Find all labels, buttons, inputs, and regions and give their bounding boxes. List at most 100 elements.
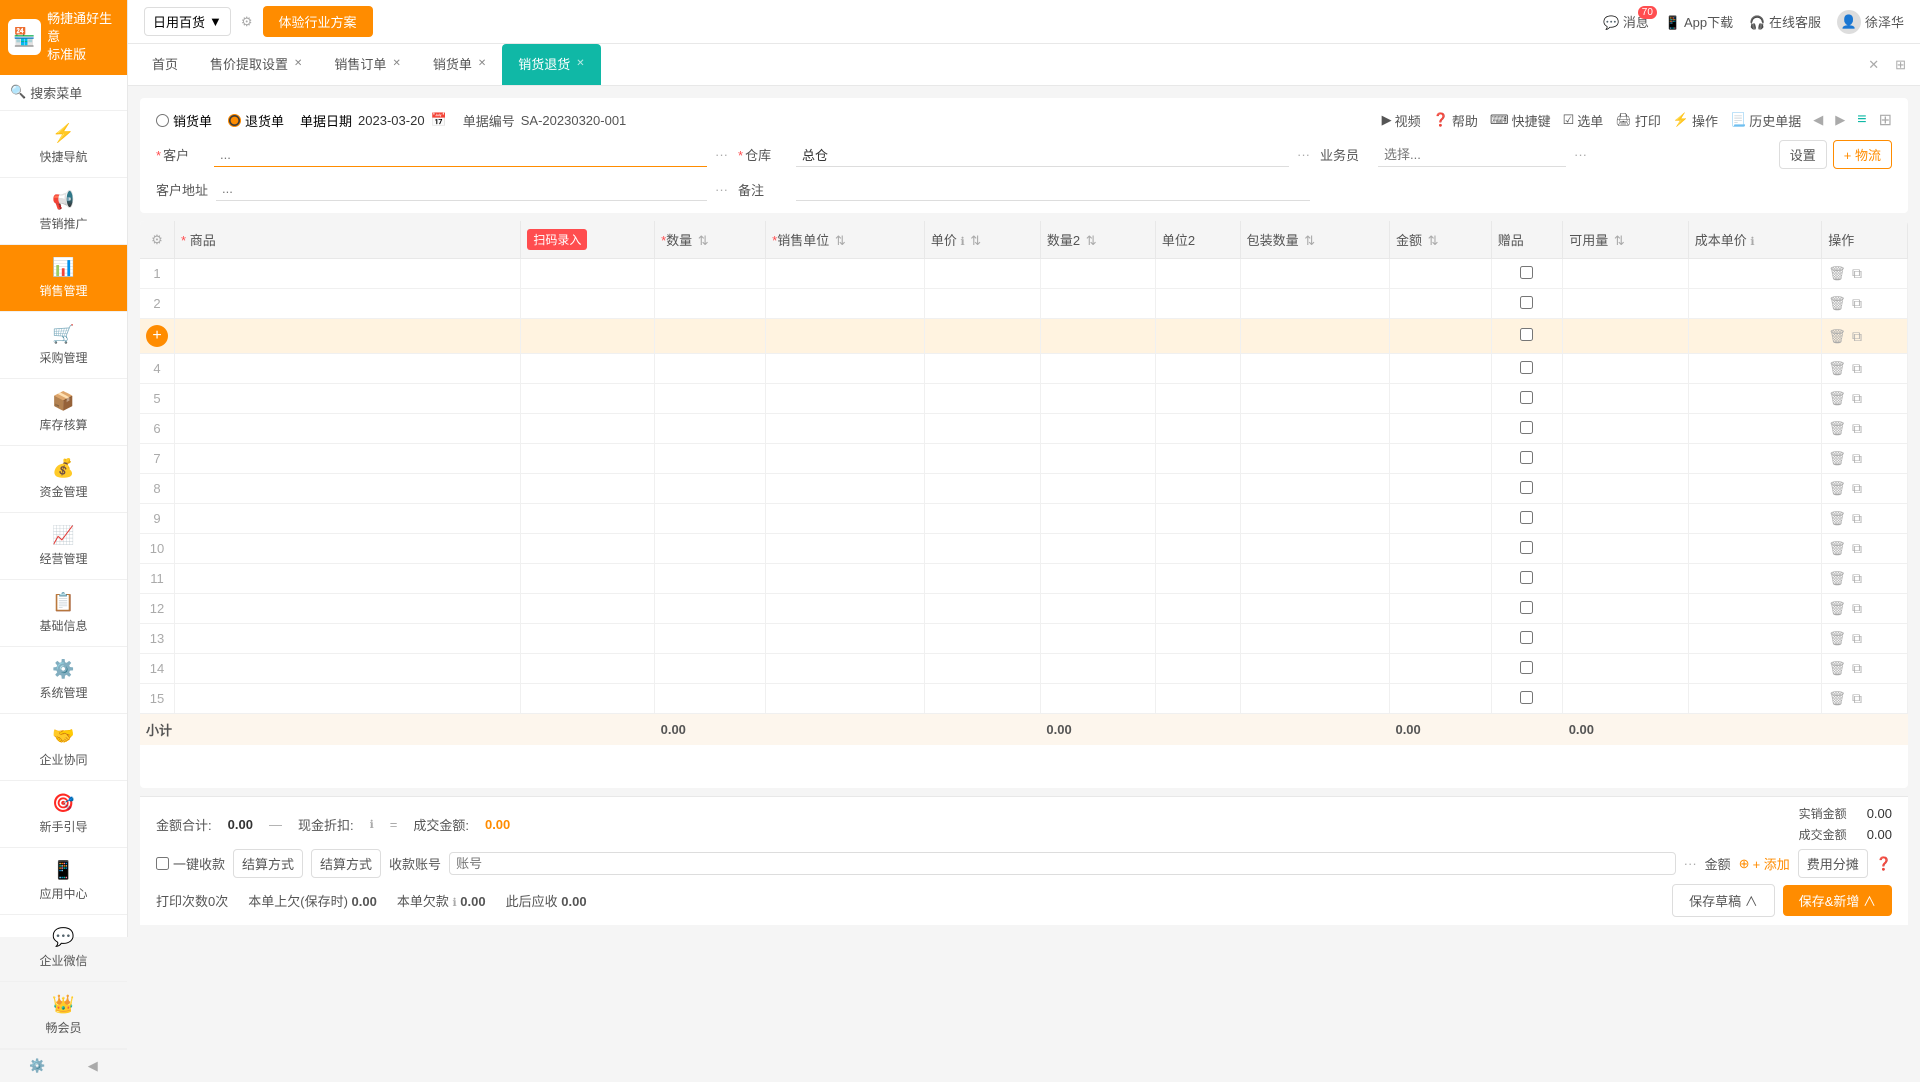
expand-tab-icon[interactable]: ⊞: [1889, 53, 1912, 77]
tab-close-icon[interactable]: ✕: [294, 58, 302, 69]
quantity2-cell[interactable]: [1040, 354, 1155, 384]
shortcut-btn[interactable]: ⌨ 快捷键: [1490, 111, 1551, 130]
tab-sales-bill[interactable]: 销货单 ✕: [417, 44, 502, 85]
copy-icon[interactable]: ⧉: [1852, 390, 1862, 407]
setting-button[interactable]: 设置: [1779, 140, 1827, 169]
gift-cell[interactable]: [1491, 384, 1562, 414]
gift-cell[interactable]: [1491, 289, 1562, 319]
pack-qty-cell[interactable]: [1240, 289, 1389, 319]
close-tab-icon[interactable]: ✕: [1862, 53, 1885, 77]
sidebar-item-marketing[interactable]: 📢 营销推广: [0, 178, 127, 245]
available-cell[interactable]: [1563, 289, 1689, 319]
unit-cell[interactable]: [766, 564, 925, 594]
quantity2-cell[interactable]: [1040, 414, 1155, 444]
quantity2-cell[interactable]: [1040, 259, 1155, 289]
amount-cell[interactable]: [1389, 654, 1491, 684]
goods-cell[interactable]: [175, 319, 521, 354]
cost-price-cell[interactable]: [1688, 444, 1821, 474]
delete-icon[interactable]: 🗑: [1828, 540, 1846, 557]
amount-cell[interactable]: [1389, 624, 1491, 654]
gift-checkbox[interactable]: [1520, 571, 1533, 584]
warehouse-more-icon[interactable]: ···: [1297, 147, 1310, 162]
copy-icon[interactable]: ⧉: [1852, 360, 1862, 377]
cost-price-info-icon[interactable]: ℹ: [1750, 236, 1754, 248]
goods-cell[interactable]: [175, 414, 521, 444]
price-cell[interactable]: [924, 444, 1040, 474]
quantity-cell[interactable]: [655, 414, 766, 444]
operation-btn[interactable]: ⚡ 操作: [1673, 111, 1718, 130]
quantity2-cell[interactable]: [1040, 684, 1155, 714]
gift-checkbox[interactable]: [1520, 541, 1533, 554]
quantity-cell[interactable]: [655, 259, 766, 289]
goods-input[interactable]: [181, 329, 514, 344]
unit-cell[interactable]: [766, 624, 925, 654]
sidebar-item-shortcut[interactable]: ⚡ 快捷导航: [0, 111, 127, 178]
unit-cell[interactable]: [766, 534, 925, 564]
pack-sort-icon[interactable]: ⇅: [1304, 233, 1315, 248]
help-btn[interactable]: ❓ 帮助: [1433, 111, 1478, 130]
unit2-cell[interactable]: [1155, 594, 1240, 624]
gift-checkbox[interactable]: [1520, 511, 1533, 524]
video-btn[interactable]: ▶ 视频: [1382, 111, 1421, 130]
copy-icon[interactable]: ⧉: [1852, 630, 1862, 647]
pack-qty-cell[interactable]: [1240, 474, 1389, 504]
radio-return-bill-input[interactable]: [228, 114, 241, 127]
salesperson-input[interactable]: [1378, 143, 1566, 167]
unit-cell[interactable]: [766, 654, 925, 684]
unit-cell[interactable]: [766, 289, 925, 319]
pack-qty-cell[interactable]: [1240, 504, 1389, 534]
available-cell[interactable]: [1563, 354, 1689, 384]
amount-cell[interactable]: [1389, 504, 1491, 534]
delete-icon[interactable]: 🗑: [1828, 420, 1846, 437]
quantity-cell[interactable]: [655, 504, 766, 534]
copy-icon[interactable]: ⧉: [1852, 600, 1862, 617]
print-btn[interactable]: 🖨 打印: [1615, 111, 1661, 130]
price-cell[interactable]: [924, 654, 1040, 684]
available-sort-icon[interactable]: ⇅: [1614, 233, 1625, 248]
delete-icon[interactable]: 🗑: [1828, 328, 1846, 345]
amount-sort-icon[interactable]: ⇅: [1428, 233, 1439, 248]
available-cell[interactable]: [1563, 594, 1689, 624]
unit2-cell[interactable]: [1155, 474, 1240, 504]
calendar-icon[interactable]: 📅: [431, 112, 447, 128]
amount-cell[interactable]: [1389, 564, 1491, 594]
price-cell[interactable]: [924, 414, 1040, 444]
tab-home[interactable]: 首页: [136, 44, 194, 85]
goods-cell[interactable]: [175, 444, 521, 474]
radio-sales-bill-input[interactable]: [156, 114, 169, 127]
pack-qty-cell[interactable]: [1240, 534, 1389, 564]
unit2-cell[interactable]: [1155, 564, 1240, 594]
one-click-payment-input[interactable]: [156, 857, 169, 870]
copy-icon[interactable]: ⧉: [1852, 420, 1862, 437]
quantity2-cell[interactable]: [1040, 444, 1155, 474]
delete-icon[interactable]: 🗑: [1828, 295, 1846, 312]
gift-cell[interactable]: [1491, 624, 1562, 654]
delete-icon[interactable]: 🗑: [1828, 510, 1846, 527]
gift-cell[interactable]: [1491, 684, 1562, 714]
grid-view-icon[interactable]: ⊞: [1879, 110, 1892, 130]
sidebar-item-purchase[interactable]: 🛒 采购管理: [0, 312, 127, 379]
sidebar-item-guide[interactable]: 🎯 新手引导: [0, 781, 127, 848]
pack-qty-cell[interactable]: [1240, 444, 1389, 474]
amount-cell[interactable]: [1389, 684, 1491, 714]
sidebar-item-system[interactable]: ⚙️ 系统管理: [0, 647, 127, 714]
quantity2-cell[interactable]: [1040, 624, 1155, 654]
delete-icon[interactable]: 🗑: [1828, 360, 1846, 377]
unit2-cell[interactable]: [1155, 684, 1240, 714]
unit-cell[interactable]: [766, 319, 925, 354]
pack-qty-cell[interactable]: [1240, 564, 1389, 594]
online-service-link[interactable]: 🎧 在线客服: [1749, 12, 1821, 31]
price-cell[interactable]: [924, 594, 1040, 624]
gift-checkbox[interactable]: [1520, 691, 1533, 704]
price-cell[interactable]: [924, 289, 1040, 319]
app-download-link[interactable]: 📱 App下载: [1665, 12, 1733, 31]
pack-qty-cell[interactable]: [1240, 319, 1389, 354]
delete-icon[interactable]: 🗑: [1828, 600, 1846, 617]
sidebar-item-finance[interactable]: 💰 资金管理: [0, 446, 127, 513]
add-row-btn[interactable]: +: [146, 325, 168, 347]
gift-cell[interactable]: [1491, 444, 1562, 474]
gift-checkbox[interactable]: [1520, 421, 1533, 434]
quantity2-cell[interactable]: [1040, 564, 1155, 594]
price-cell[interactable]: [924, 259, 1040, 289]
sidebar-item-operations[interactable]: 📈 经营管理: [0, 513, 127, 580]
